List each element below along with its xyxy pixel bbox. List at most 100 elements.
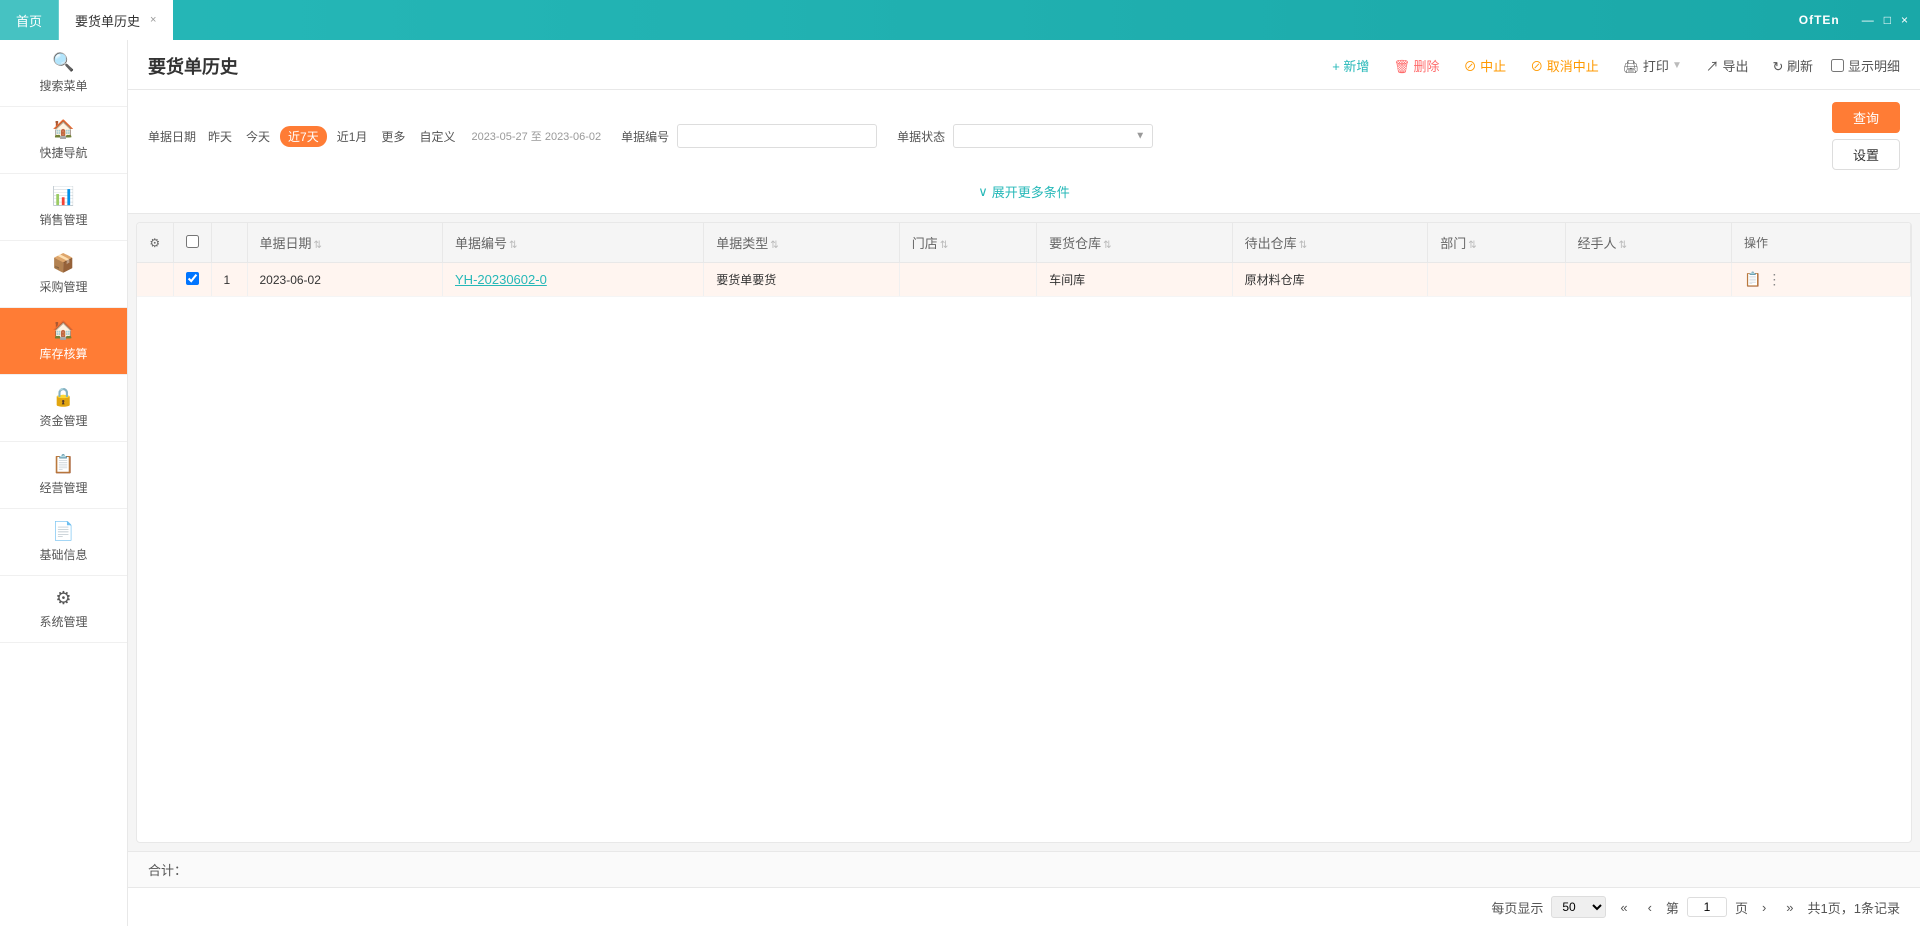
bill-no-filter-group: 单据编号 [621,124,877,148]
display-detail-checkbox[interactable]: 显示明细 [1831,56,1900,75]
last-page-btn[interactable]: » [1780,898,1799,917]
date-shortcut-yesterday[interactable]: 昨天 [204,126,236,147]
sidebar-item-purchase[interactable]: 📦 采购管理 [0,241,127,308]
export-button[interactable]: ↗ 导出 [1700,52,1755,79]
print-button[interactable]: 🖨 打印 ▼ [1617,52,1688,79]
settings-button[interactable]: 设置 [1832,139,1900,170]
cell-handler [1565,263,1731,297]
action-icons: 📋 ⋮ [1744,271,1898,288]
table-row: 1 2023-06-02 YH-20230602-0 要货单要货 车间库 原材料… [137,263,1911,297]
sort-department-icon[interactable]: ⇅ [1468,240,1476,251]
th-date-label: 单据日期 [260,236,312,251]
quick-nav-icon: 🏠 [52,119,74,140]
date-shortcut-today[interactable]: 今天 [242,126,274,147]
display-detail-check[interactable] [1831,59,1844,72]
prev-page-btn[interactable]: ‹ [1642,898,1658,917]
tab-active[interactable]: 要货单历史 × [59,0,173,40]
cell-action: 📋 ⋮ [1731,263,1910,297]
page-current-prefix: 第 [1666,898,1679,917]
sidebar-item-search-menu-label: 搜索菜单 [39,77,87,94]
sidebar-item-inventory[interactable]: 🏠 库存核算 [0,308,127,375]
sort-bill-no-icon[interactable]: ⇅ [509,240,517,251]
query-button[interactable]: 查询 [1832,102,1900,133]
status-select-wrapper [953,124,1153,148]
date-shortcut-more[interactable]: 更多 [377,126,409,147]
cell-pending-warehouse: 原材料仓库 [1232,263,1428,297]
expand-more-btn[interactable]: ∨ 展开更多条件 [978,182,1070,201]
tab-close-icon[interactable]: × [150,14,156,26]
filter-actions: 查询 设置 [1832,102,1900,170]
table-area: ⚙ 单据日期⇅ 单据编号⇅ 单据类型⇅ 门店⇅ 要货仓库⇅ 待出仓库⇅ 部门⇅ … [136,222,1912,843]
page-title-row: 要货单历史 + 新增 🗑 删除 ⊘ 中止 ⊘ 取消中止 🖨 [148,52,1900,79]
cancel-stop-button[interactable]: ⊘ 取消中止 [1524,52,1605,79]
first-page-btn[interactable]: « [1614,898,1633,917]
topbar-right: OfTEn — □ × [1787,13,1920,27]
expand-row: ∨ 展开更多条件 [148,178,1900,201]
table-body: 1 2023-06-02 YH-20230602-0 要货单要货 车间库 原材料… [137,263,1911,297]
topbar-tabs: 首页 要货单历史 × [0,0,173,40]
sidebar-item-system-label: 系统管理 [39,613,87,630]
more-action-icon[interactable]: ⋮ [1767,271,1781,288]
main-layout: 🔍 搜索菜单 🏠 快捷导航 📊 销售管理 📦 采购管理 🏠 库存核算 🔒 资金管… [0,40,1920,926]
refresh-label: ↻ 刷新 [1772,56,1813,75]
sidebar-item-system[interactable]: ⚙ 系统管理 [0,576,127,643]
refresh-button[interactable]: ↻ 刷新 [1766,52,1819,79]
row-check[interactable] [186,272,199,285]
add-button[interactable]: + 新增 [1326,52,1375,79]
cell-check [173,263,211,297]
tab-home-label: 首页 [16,11,42,30]
sort-handler-icon[interactable]: ⇅ [1619,240,1627,251]
page-number-input[interactable] [1687,897,1727,917]
stop-label: ⊘ 中止 [1464,56,1507,75]
operations-icon: 📋 [52,454,74,475]
sort-date-icon[interactable]: ⇅ [314,240,322,251]
sidebar: 🔍 搜索菜单 🏠 快捷导航 📊 销售管理 📦 采购管理 🏠 库存核算 🔒 资金管… [0,40,128,926]
sort-pending-warehouse-icon[interactable]: ⇅ [1299,240,1307,251]
window-minimize-btn[interactable]: — [1862,13,1874,27]
stop-button[interactable]: ⊘ 中止 [1458,52,1513,79]
window-close-btn[interactable]: × [1901,13,1908,27]
th-pending-warehouse-label: 待出仓库 [1245,236,1297,251]
delete-label: 🗑 删除 [1393,56,1439,75]
date-shortcut-custom[interactable]: 自定义 [415,126,459,147]
sidebar-item-operations-label: 经营管理 [39,479,87,496]
sort-bill-type-icon[interactable]: ⇅ [770,240,778,251]
per-page-select[interactable]: 50 20 100 200 [1551,896,1606,918]
delete-button[interactable]: 🗑 删除 [1387,52,1445,79]
window-maximize-btn[interactable]: □ [1884,13,1891,27]
date-shortcut-1month[interactable]: 近1月 [333,126,372,147]
sidebar-item-basic-info-label: 基础信息 [39,546,87,563]
th-department: 部门⇅ [1428,223,1565,263]
bill-no-input[interactable] [677,124,877,148]
view-action-icon[interactable]: 📋 [1744,271,1761,288]
cell-no: 1 [211,263,247,297]
cell-bill-no: YH-20230602-0 [443,263,704,297]
filter-area: 单据日期 昨天 今天 近7天 近1月 更多 自定义 2023-05-27 至 2… [128,90,1920,214]
sidebar-item-search-menu[interactable]: 🔍 搜索菜单 [0,40,127,107]
th-handler-label: 经手人 [1578,236,1617,251]
date-shortcut-7days[interactable]: 近7天 [280,126,327,147]
print-dropdown-icon[interactable]: ▼ [1672,60,1682,71]
tab-home[interactable]: 首页 [0,0,59,40]
sidebar-item-quick-nav[interactable]: 🏠 快捷导航 [0,107,127,174]
th-bill-no: 单据编号⇅ [443,223,704,263]
cell-bill-type: 要货单要货 [704,263,900,297]
th-no [211,223,247,263]
check-all[interactable] [186,235,199,248]
sidebar-item-finance[interactable]: 🔒 资金管理 [0,375,127,442]
sidebar-item-sales[interactable]: 📊 销售管理 [0,174,127,241]
bill-no-link[interactable]: YH-20230602-0 [455,272,547,287]
sidebar-item-inventory-label: 库存核算 [39,345,87,362]
sort-store-icon[interactable]: ⇅ [940,240,948,251]
page-header: 要货单历史 + 新增 🗑 删除 ⊘ 中止 ⊘ 取消中止 🖨 [128,40,1920,90]
sort-req-warehouse-icon[interactable]: ⇅ [1103,240,1111,251]
expand-icon: ∨ [978,184,988,200]
status-select[interactable] [953,124,1153,148]
summary-label: 合计： [148,863,187,878]
sidebar-item-operations[interactable]: 📋 经营管理 [0,442,127,509]
export-label: ↗ 导出 [1706,56,1749,75]
th-pending-warehouse: 待出仓库⇅ [1232,223,1428,263]
th-date: 单据日期⇅ [247,223,443,263]
sidebar-item-basic-info[interactable]: 📄 基础信息 [0,509,127,576]
next-page-btn[interactable]: › [1756,898,1772,917]
